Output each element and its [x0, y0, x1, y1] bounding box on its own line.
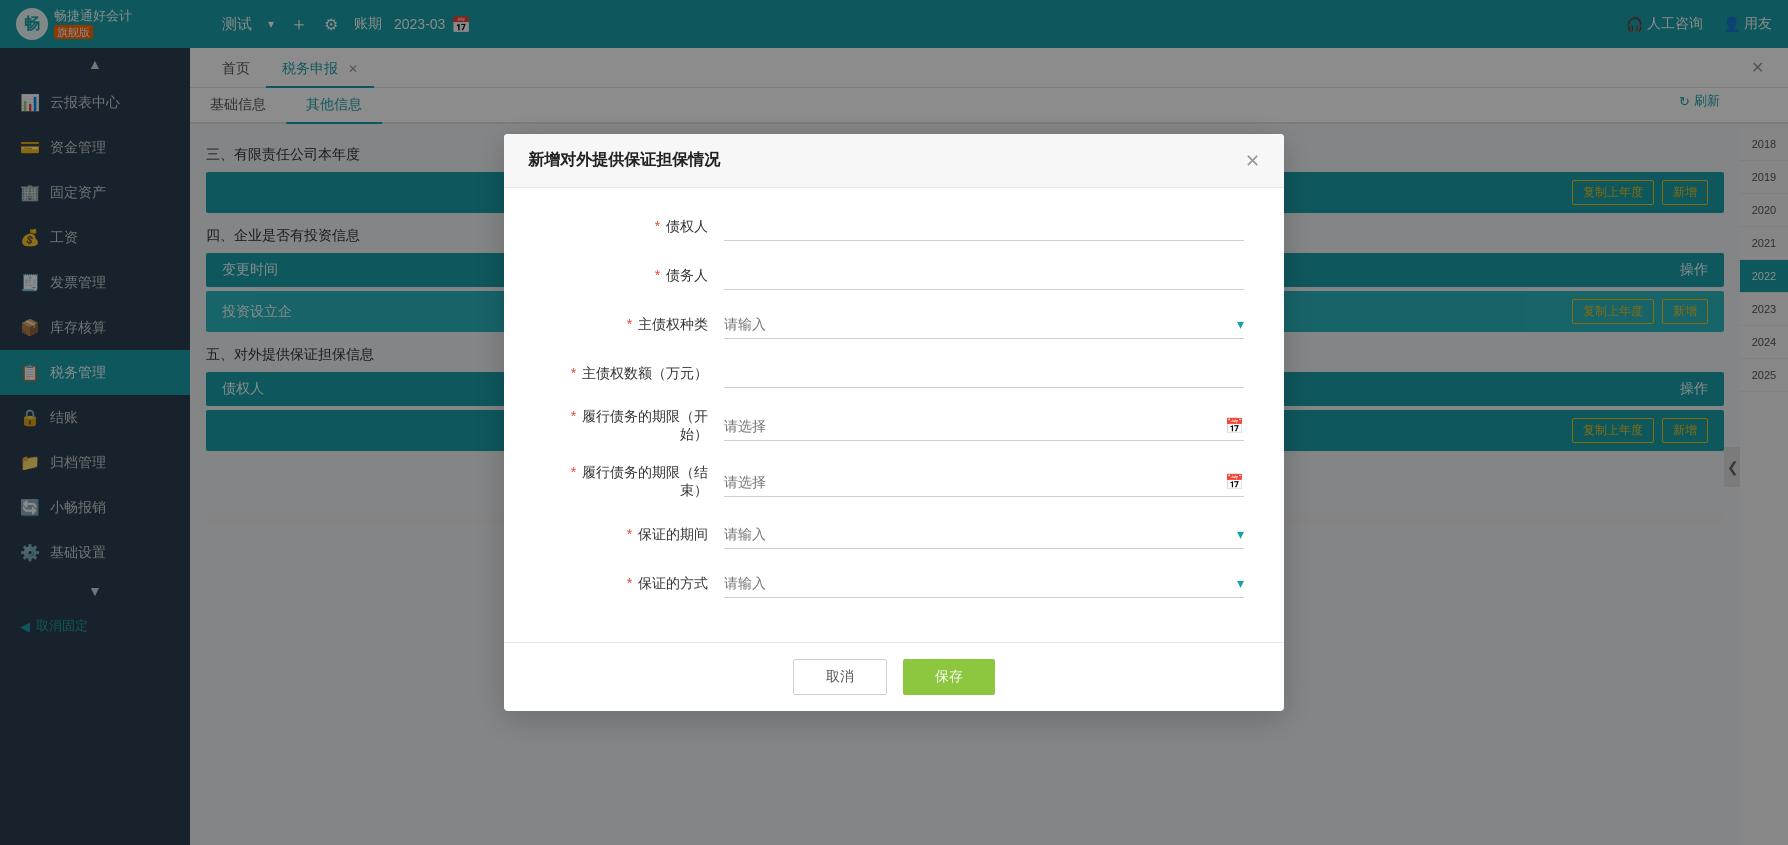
field-creditor-row: * 债权人 — [544, 212, 1244, 241]
field-period-end-row: * 履行债务的期限（结束） 📅 — [544, 464, 1244, 500]
period-end-input[interactable] — [724, 468, 1244, 496]
field-period-start-row: * 履行债务的期限（开始） 📅 — [544, 408, 1244, 444]
modal-title: 新增对外提供保证担保情况 — [528, 150, 720, 171]
period-end-date[interactable]: 📅 — [724, 468, 1244, 497]
guarantee-method-input[interactable] — [724, 569, 1244, 597]
claim-amount-wrap — [724, 359, 1244, 388]
save-button[interactable]: 保存 — [903, 659, 995, 695]
debtor-label: * 债务人 — [544, 267, 724, 285]
period-start-input[interactable] — [724, 412, 1244, 440]
field-debtor-row: * 债务人 — [544, 261, 1244, 290]
period-end-wrap: 📅 — [724, 468, 1244, 497]
claim-type-label: * 主债权种类 — [544, 316, 724, 334]
period-end-label: * 履行债务的期限（结束） — [544, 464, 724, 500]
modal-close-btn[interactable]: ✕ — [1245, 152, 1260, 170]
field-guarantee-method-row: * 保证的方式 ▾ — [544, 569, 1244, 598]
guarantee-period-label: * 保证的期间 — [544, 526, 724, 544]
guarantee-period-wrap: ▾ — [724, 520, 1244, 549]
claim-type-input[interactable] — [724, 310, 1244, 338]
claim-amount-label: * 主债权数额（万元） — [544, 365, 724, 383]
debtor-wrap — [724, 261, 1244, 290]
claim-type-select[interactable]: ▾ — [724, 310, 1244, 339]
field-claim-type-row: * 主债权种类 ▾ — [544, 310, 1244, 339]
guarantee-period-input[interactable] — [724, 520, 1244, 548]
field-guarantee-period-row: * 保证的期间 ▾ — [544, 520, 1244, 549]
modal-body: * 债权人 * 债务人 * — [504, 188, 1284, 642]
creditor-label: * 债权人 — [544, 218, 724, 236]
claim-amount-input[interactable] — [724, 359, 1244, 388]
guarantee-method-select[interactable]: ▾ — [724, 569, 1244, 598]
debtor-input[interactable] — [724, 261, 1244, 290]
claim-type-wrap: ▾ — [724, 310, 1244, 339]
creditor-input[interactable] — [724, 212, 1244, 241]
guarantee-method-wrap: ▾ — [724, 569, 1244, 598]
period-start-date[interactable]: 📅 — [724, 412, 1244, 441]
modal-footer: 取消 保存 — [504, 642, 1284, 711]
period-start-wrap: 📅 — [724, 412, 1244, 441]
modal-overlay: 新增对外提供保证担保情况 ✕ * 债权人 * 债务人 — [0, 0, 1788, 845]
modal-header: 新增对外提供保证担保情况 ✕ — [504, 134, 1284, 188]
guarantee-period-select[interactable]: ▾ — [724, 520, 1244, 549]
calendar-end-icon[interactable]: 📅 — [1225, 473, 1244, 491]
cancel-button[interactable]: 取消 — [793, 659, 887, 695]
guarantee-method-label: * 保证的方式 — [544, 575, 724, 593]
field-claim-amount-row: * 主债权数额（万元） — [544, 359, 1244, 388]
creditor-wrap — [724, 212, 1244, 241]
modal-dialog: 新增对外提供保证担保情况 ✕ * 债权人 * 债务人 — [504, 134, 1284, 711]
period-start-label: * 履行债务的期限（开始） — [544, 408, 724, 444]
calendar-start-icon[interactable]: 📅 — [1225, 417, 1244, 435]
